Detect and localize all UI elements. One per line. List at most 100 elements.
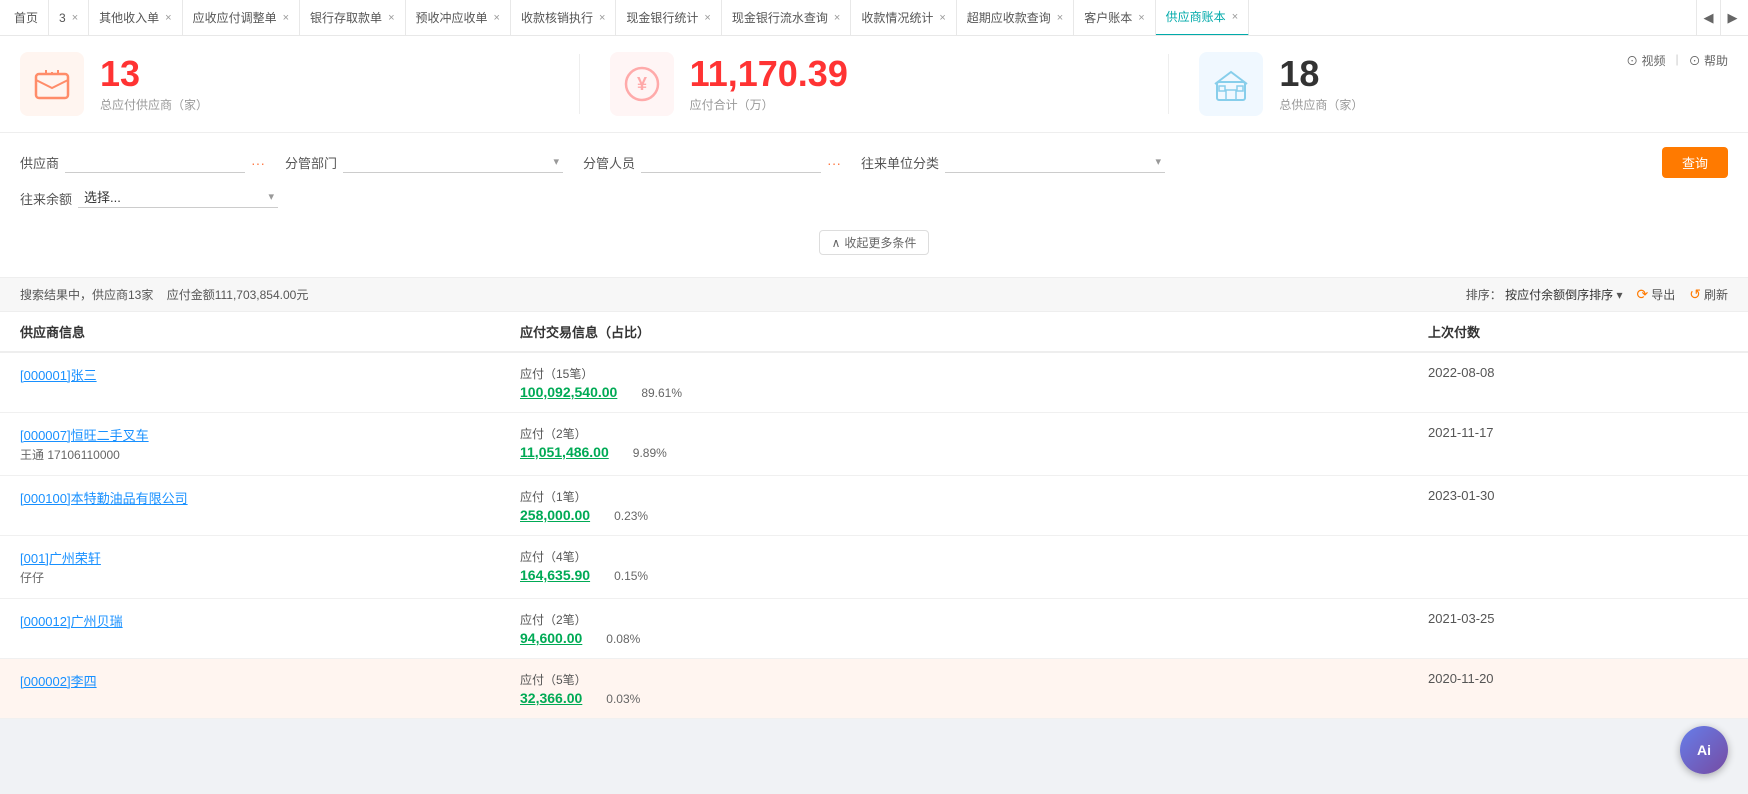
balance-dropdown-wrap: 选择...	[78, 188, 278, 208]
last-pay-4: 2021-03-25	[1428, 611, 1728, 626]
tx-percent-4: 0.08%	[606, 632, 640, 646]
tx-info-0: 应付（15笔） 100,092,540.00 89.61%	[520, 365, 1428, 400]
nav-tab-bank[interactable]: 银行存取款单 ×	[300, 0, 405, 36]
tx-row-4: 94,600.00 0.08%	[520, 628, 1428, 646]
supplier-count: 13	[100, 56, 208, 92]
tx-info-2: 应付（1笔） 258,000.00 0.23%	[520, 488, 1428, 523]
tx-info-4: 应付（2笔） 94,600.00 0.08%	[520, 611, 1428, 646]
sort-icon: ▾	[1616, 288, 1622, 302]
summary-card-amount: ¥ 11,170.39 应付合计（万）	[610, 52, 1139, 116]
nav-tab-overdue[interactable]: 超期应收款查询 ×	[957, 0, 1074, 36]
divider-2	[1168, 54, 1169, 114]
nav-arrow-left[interactable]: ◀	[1696, 0, 1720, 36]
tx-amount-3[interactable]: 164,635.90	[520, 567, 590, 583]
tx-amount-0[interactable]: 100,092,540.00	[520, 384, 617, 400]
close-tab-cash-flow[interactable]: ×	[834, 12, 840, 24]
sort-value[interactable]: 按应付余额倒序排序	[1505, 288, 1613, 302]
person-more-btn[interactable]: ···	[827, 155, 841, 171]
tx-info-1: 应付（2笔） 11,051,486.00 9.89%	[520, 425, 1428, 460]
filter-category: 往来单位分类	[861, 153, 1165, 173]
person-input[interactable]	[641, 153, 821, 173]
close-tab-cash-stat[interactable]: ×	[704, 12, 710, 24]
query-button[interactable]: 查询	[1662, 147, 1728, 178]
supplier-link-4[interactable]: [000012]广州贝瑞	[20, 611, 520, 630]
sort-label: 排序： 按应付余额倒序排序 ▾	[1466, 286, 1623, 303]
close-tab-collect-exec[interactable]: ×	[599, 12, 605, 24]
supplier-input[interactable]	[65, 153, 245, 173]
total-supplier-label: 总供应商（家）	[1279, 96, 1363, 113]
tx-label-5: 应付（5笔）	[520, 671, 1428, 688]
tx-label-3: 应付（4笔）	[520, 548, 1428, 565]
tx-amount-4[interactable]: 94,600.00	[520, 630, 582, 646]
nav-arrow-right[interactable]: ▶	[1720, 0, 1744, 36]
nav-tab-prepay[interactable]: 预收冲应收单 ×	[406, 0, 511, 36]
close-tab-overdue[interactable]: ×	[1057, 12, 1063, 24]
supplier-link-2[interactable]: [000100]本特勤油品有限公司	[20, 488, 520, 507]
tx-amount-5[interactable]: 32,366.00	[520, 690, 582, 706]
close-tab-other-income[interactable]: ×	[165, 12, 171, 24]
export-btn[interactable]: ⟳ 导出	[1637, 286, 1676, 303]
close-tab-prepay[interactable]: ×	[494, 12, 500, 24]
balance-select[interactable]: 选择...	[78, 188, 278, 208]
nav-tab-collect-stat[interactable]: 收款情况统计 ×	[851, 0, 956, 36]
store-icon	[1199, 52, 1263, 116]
filter-supplier: 供应商 ···	[20, 153, 265, 173]
table-row: [000001]张三 应付（15笔） 100,092,540.00 89.61%…	[0, 353, 1748, 413]
ai-badge[interactable]: Ai	[1680, 726, 1728, 774]
balance-filter-label: 往来余额	[20, 189, 72, 208]
table-header: 供应商信息 应付交易信息（占比） 上次付数	[0, 312, 1748, 353]
svg-text:¥: ¥	[637, 74, 647, 94]
nav-tab-3[interactable]: 3 ×	[49, 0, 89, 36]
tx-row-5: 32,366.00 0.03%	[520, 688, 1428, 706]
table-row: [001]广州荣轩 仔仔 应付（4笔） 164,635.90 0.15%	[0, 536, 1748, 599]
supplier-link-5[interactable]: [000002]李四	[20, 671, 520, 690]
nav-tab-cash-flow[interactable]: 现金银行流水查询 ×	[722, 0, 851, 36]
nav-tab-supplier-book[interactable]: 供应商账本 ×	[1156, 0, 1249, 36]
person-filter-label: 分管人员	[583, 153, 635, 172]
nav-tab-other-income[interactable]: 其他收入单 ×	[89, 0, 182, 36]
category-filter-label: 往来单位分类	[861, 153, 939, 172]
nav-tab-adjust[interactable]: 应收应付调整单 ×	[183, 0, 300, 36]
supplier-count-label: 总应付供应商（家）	[100, 96, 208, 113]
nav-tab-cash-stat[interactable]: 现金银行统计 ×	[616, 0, 721, 36]
total-supplier-count: 18	[1279, 56, 1363, 92]
tx-percent-1: 9.89%	[633, 446, 667, 460]
dept-select[interactable]	[343, 153, 563, 173]
tx-label-1: 应付（2笔）	[520, 425, 1428, 442]
tx-percent-0: 89.61%	[641, 386, 682, 400]
supplier-sub-3: 仔仔	[20, 569, 520, 586]
export-icon: ⟳	[1637, 286, 1649, 303]
supplier-info-3: [001]广州荣轩 仔仔	[20, 548, 520, 586]
supplier-link-3[interactable]: [001]广州荣轩	[20, 548, 520, 567]
supplier-link-0[interactable]: [000001]张三	[20, 365, 520, 384]
close-tab-collect-stat[interactable]: ×	[939, 12, 945, 24]
close-tab-customer-book[interactable]: ×	[1138, 12, 1144, 24]
dept-dropdown-wrap	[343, 153, 563, 173]
close-tab-3[interactable]: ×	[72, 12, 78, 24]
refresh-btn[interactable]: ↺ 刷新	[1689, 286, 1728, 303]
col-header-lastpay: 上次付数	[1428, 322, 1728, 341]
tx-amount-2[interactable]: 258,000.00	[520, 507, 590, 523]
collapse-filter-btn[interactable]: ∧ 收起更多条件	[819, 230, 930, 255]
nav-tab-collect-exec[interactable]: 收款核销执行 ×	[511, 0, 616, 36]
col-header-tx: 应付交易信息（占比）	[520, 322, 1428, 341]
help-icon: ⊙	[1689, 54, 1701, 68]
close-tab-supplier-book[interactable]: ×	[1232, 11, 1238, 23]
last-pay-1: 2021-11-17	[1428, 425, 1728, 440]
supplier-more-btn[interactable]: ···	[251, 155, 265, 171]
category-select[interactable]	[945, 153, 1165, 173]
payable-amount: 11,170.39	[690, 56, 848, 92]
nav-tab-home[interactable]: 首页	[4, 0, 49, 36]
dept-filter-label: 分管部门	[285, 153, 337, 172]
result-actions: 排序： 按应付余额倒序排序 ▾ ⟳ 导出 ↺ 刷新	[1466, 286, 1728, 303]
video-link[interactable]: ⊙ 视频	[1626, 52, 1665, 69]
help-link[interactable]: ⊙ 帮助	[1689, 52, 1728, 69]
tx-percent-5: 0.03%	[606, 692, 640, 706]
last-pay-2: 2023-01-30	[1428, 488, 1728, 503]
tx-amount-1[interactable]: 11,051,486.00	[520, 444, 609, 460]
nav-tab-customer-book[interactable]: 客户账本 ×	[1074, 0, 1155, 36]
close-tab-adjust[interactable]: ×	[283, 12, 289, 24]
supplier-link-1[interactable]: [000007]恒旺二手叉车	[20, 425, 520, 444]
filter-row-2: 往来余额 选择...	[20, 188, 1728, 208]
close-tab-bank[interactable]: ×	[388, 12, 394, 24]
